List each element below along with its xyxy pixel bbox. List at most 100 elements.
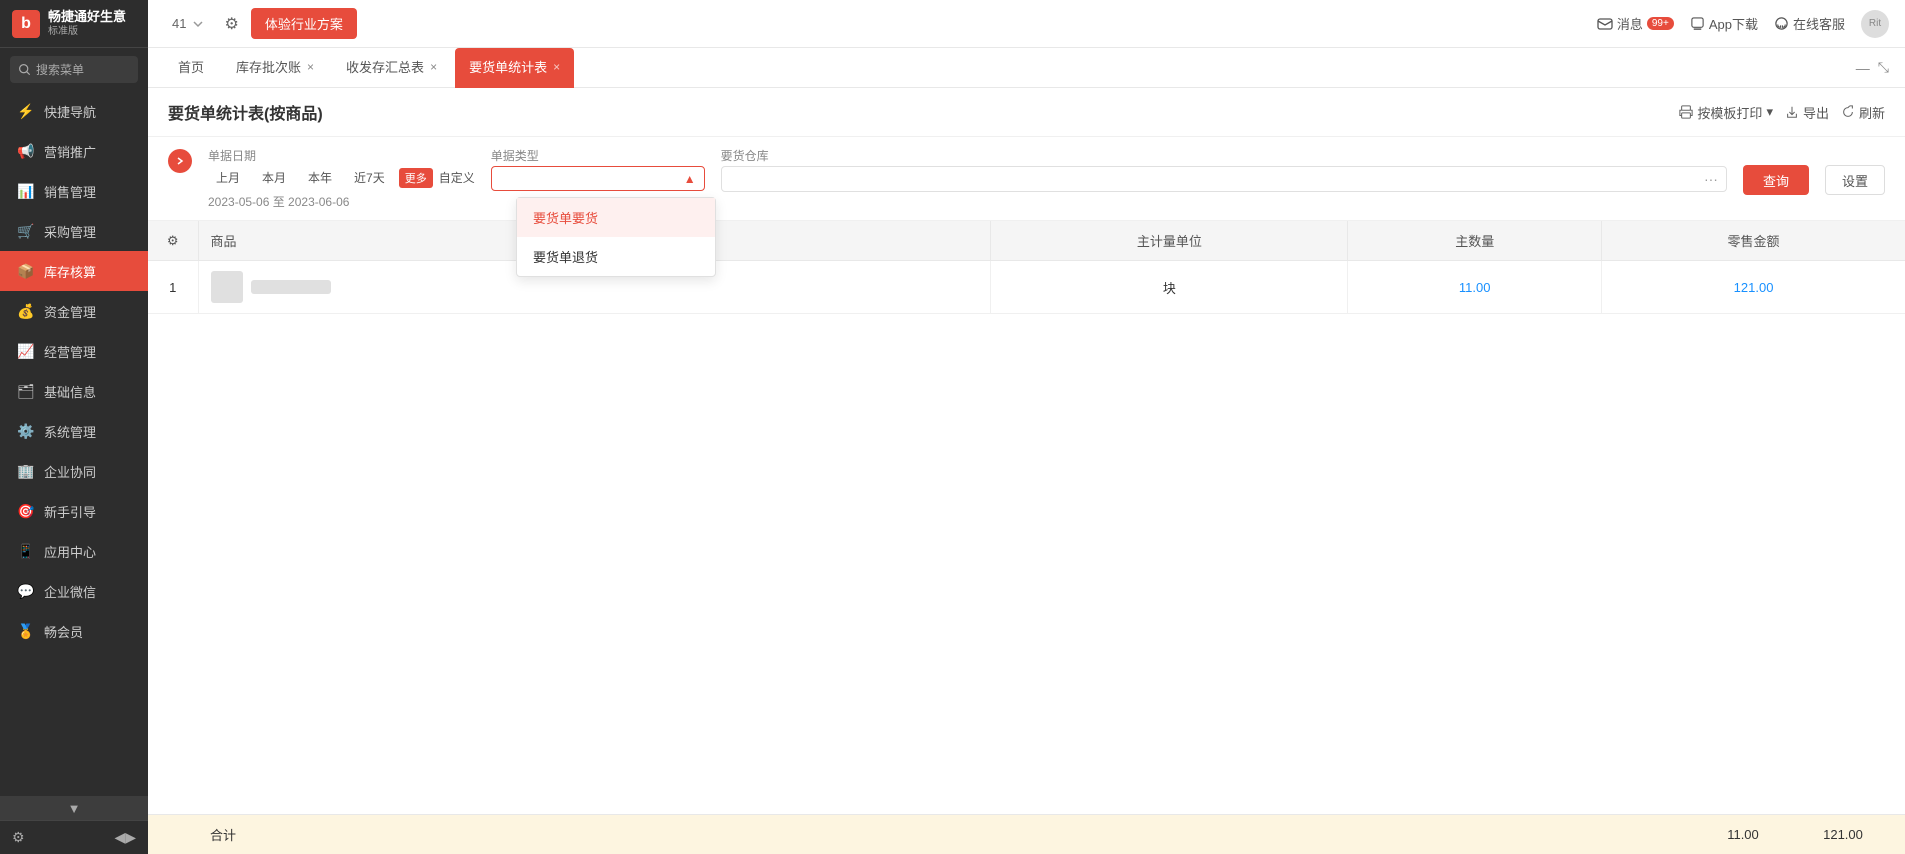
type-input-wrapper[interactable]: ▲: [491, 166, 705, 191]
export-btn[interactable]: 导出: [1785, 103, 1829, 122]
sidebar-footer: ⚙ ◀▶: [0, 820, 148, 854]
date-btn-this-year[interactable]: 本年: [300, 166, 340, 189]
row-amount: 121.00: [1602, 261, 1905, 314]
date-btn-custom[interactable]: 自定义: [439, 169, 475, 186]
settings-button[interactable]: 设置: [1825, 165, 1885, 195]
system-icon: ⚙️: [16, 421, 36, 441]
date-btn-this-month[interactable]: 本月: [254, 166, 294, 189]
table-container: ⚙ 商品 主计量单位 主数量 零售金额 1: [148, 221, 1905, 814]
tab-order-stats[interactable]: 要货单统计表 ×: [455, 48, 574, 88]
sidebar-scroll-down[interactable]: ▼: [0, 796, 148, 820]
header-settings-icon[interactable]: ⚙: [224, 14, 238, 34]
sidebar: b 畅捷通好生意 标准版 ▲ 搜索菜单 ⚡ 快捷导航 📢 营销推广 📊 销售管理…: [0, 0, 148, 854]
type-chevron-up-icon[interactable]: ▲: [684, 172, 696, 186]
export-icon: [1785, 105, 1799, 119]
tab-bar-actions: — ⤡: [1856, 59, 1889, 76]
date-btn-7days[interactable]: 近7天: [346, 166, 393, 189]
date-buttons: 上月 本月 本年 近7天 更多 自定义: [208, 166, 475, 189]
quantity-link[interactable]: 11.00: [1459, 280, 1491, 295]
table-footer: 合计 11.00 121.00: [148, 814, 1905, 854]
page-container: 要货单统计表(按商品) 按模板打印 ▾: [148, 88, 1905, 854]
warehouse-label: 要货仓库: [721, 147, 1727, 164]
sidebar-item-wechat[interactable]: 💬 企业微信: [0, 571, 148, 611]
main-content: 41 ⚙ 体验行业方案 消息 99+: [148, 0, 1905, 854]
type-label: 单据类型: [491, 147, 705, 164]
sidebar-item-app-center[interactable]: 📱 应用中心: [0, 531, 148, 571]
refresh-btn[interactable]: 刷新: [1841, 103, 1885, 122]
dropdown-item-order-purchase[interactable]: 要货单要货: [517, 198, 715, 237]
tab-bar: 首页 库存批次账 × 收发存汇总表 × 要货单统计表 × — ⤡: [148, 48, 1905, 88]
app-download-action[interactable]: App下载: [1690, 14, 1758, 33]
sidebar-item-basic-info[interactable]: 🗂 基础信息: [0, 371, 148, 411]
enterprise-icon: 🏢: [16, 461, 36, 481]
date-btn-more[interactable]: 更多: [399, 168, 433, 188]
member-icon: 🏅: [16, 621, 36, 641]
product-image: [211, 271, 243, 303]
tab-inventory-batch[interactable]: 库存批次账 ×: [222, 48, 328, 88]
quick-nav-icon: ⚡: [16, 101, 36, 121]
page-content: 要货单统计表(按商品) 按模板打印 ▾: [148, 88, 1905, 854]
store-selector[interactable]: 41: [164, 12, 212, 35]
inventory-icon: 📦: [16, 261, 36, 281]
warehouse-dots-icon[interactable]: ···: [1704, 171, 1718, 187]
maximize-tab-icon[interactable]: ⤡: [1878, 59, 1889, 76]
query-button[interactable]: 查询: [1743, 165, 1809, 195]
sidebar-item-guide[interactable]: 🎯 新手引导: [0, 491, 148, 531]
footer-amount: 121.00: [1793, 827, 1893, 842]
sidebar-item-enterprise[interactable]: 🏢 企业协同: [0, 451, 148, 491]
sidebar-item-quick-nav[interactable]: ⚡ 快捷导航: [0, 91, 148, 131]
tab-close-order-stats[interactable]: ×: [553, 60, 560, 74]
print-btn[interactable]: 按模板打印 ▾: [1679, 103, 1773, 122]
collapse-sidebar-icon[interactable]: ◀▶: [114, 829, 136, 846]
store-chevron-icon: [192, 18, 204, 30]
page-title-bar: 要货单统计表(按商品) 按模板打印 ▾: [148, 88, 1905, 137]
user-avatar[interactable]: Rit: [1861, 10, 1889, 38]
warehouse-input-wrapper[interactable]: ···: [721, 166, 1727, 192]
date-btn-last-month[interactable]: 上月: [208, 166, 248, 189]
header-left: 41 ⚙ 体验行业方案: [164, 8, 357, 39]
minimize-tab-icon[interactable]: —: [1856, 60, 1870, 76]
product-name: [251, 280, 331, 294]
amount-link[interactable]: 121.00: [1734, 280, 1774, 295]
tab-receivable-summary[interactable]: 收发存汇总表 ×: [332, 48, 451, 88]
sidebar-item-system[interactable]: ⚙️ 系统管理: [0, 411, 148, 451]
sidebar-item-finance[interactable]: 💰 资金管理: [0, 291, 148, 331]
tab-close-inventory-batch[interactable]: ×: [307, 60, 314, 74]
type-filter: 单据类型 ▲: [491, 147, 705, 191]
type-input[interactable]: [500, 171, 676, 186]
sidebar-search[interactable]: 搜索菜单: [10, 56, 138, 83]
operations-icon: 📈: [16, 341, 36, 361]
row-unit: 块: [991, 261, 1348, 314]
sidebar-item-marketing[interactable]: 📢 营销推广: [0, 131, 148, 171]
date-range-display: 2023-05-06 至 2023-06-06: [208, 193, 475, 210]
date-filter: 单据日期 上月 本月 本年 近7天 更多 自定义 2023-05-06 至 20…: [208, 147, 475, 210]
dropdown-item-order-return[interactable]: 要货单退货: [517, 237, 715, 276]
chevron-right-icon: [175, 156, 185, 166]
messages-action[interactable]: 消息 99+: [1597, 14, 1674, 33]
col-settings: ⚙: [148, 221, 198, 261]
online-service-action[interactable]: 在线客服: [1774, 14, 1845, 33]
headset-icon: [1774, 16, 1789, 31]
sidebar-item-operations[interactable]: 📈 经营管理: [0, 331, 148, 371]
sidebar-item-purchase[interactable]: 🛒 采购管理: [0, 211, 148, 251]
print-icon: [1679, 105, 1693, 119]
settings-footer-icon[interactable]: ⚙: [12, 829, 25, 846]
warehouse-input[interactable]: [730, 172, 1704, 187]
tab-close-receivable-summary[interactable]: ×: [430, 60, 437, 74]
app-center-icon: 📱: [16, 541, 36, 561]
sidebar-item-member[interactable]: 🏅 畅会员: [0, 611, 148, 651]
sidebar-item-inventory[interactable]: 📦 库存核算: [0, 251, 148, 291]
sidebar-item-sales[interactable]: 📊 销售管理: [0, 171, 148, 211]
wechat-icon: 💬: [16, 581, 36, 601]
page-title: 要货单统计表(按商品): [168, 100, 323, 124]
top-header: 41 ⚙ 体验行业方案 消息 99+: [148, 0, 1905, 48]
col-unit: 主计量单位: [991, 221, 1348, 261]
search-icon: [18, 63, 31, 76]
col-quantity: 主数量: [1348, 221, 1602, 261]
refresh-icon: [1841, 105, 1855, 119]
app-logo-icon: b: [12, 10, 40, 38]
trial-btn[interactable]: 体验行业方案: [251, 8, 357, 39]
footer-label: 合计: [210, 825, 410, 844]
filter-toggle-btn[interactable]: [168, 149, 192, 173]
tab-home[interactable]: 首页: [164, 48, 218, 88]
